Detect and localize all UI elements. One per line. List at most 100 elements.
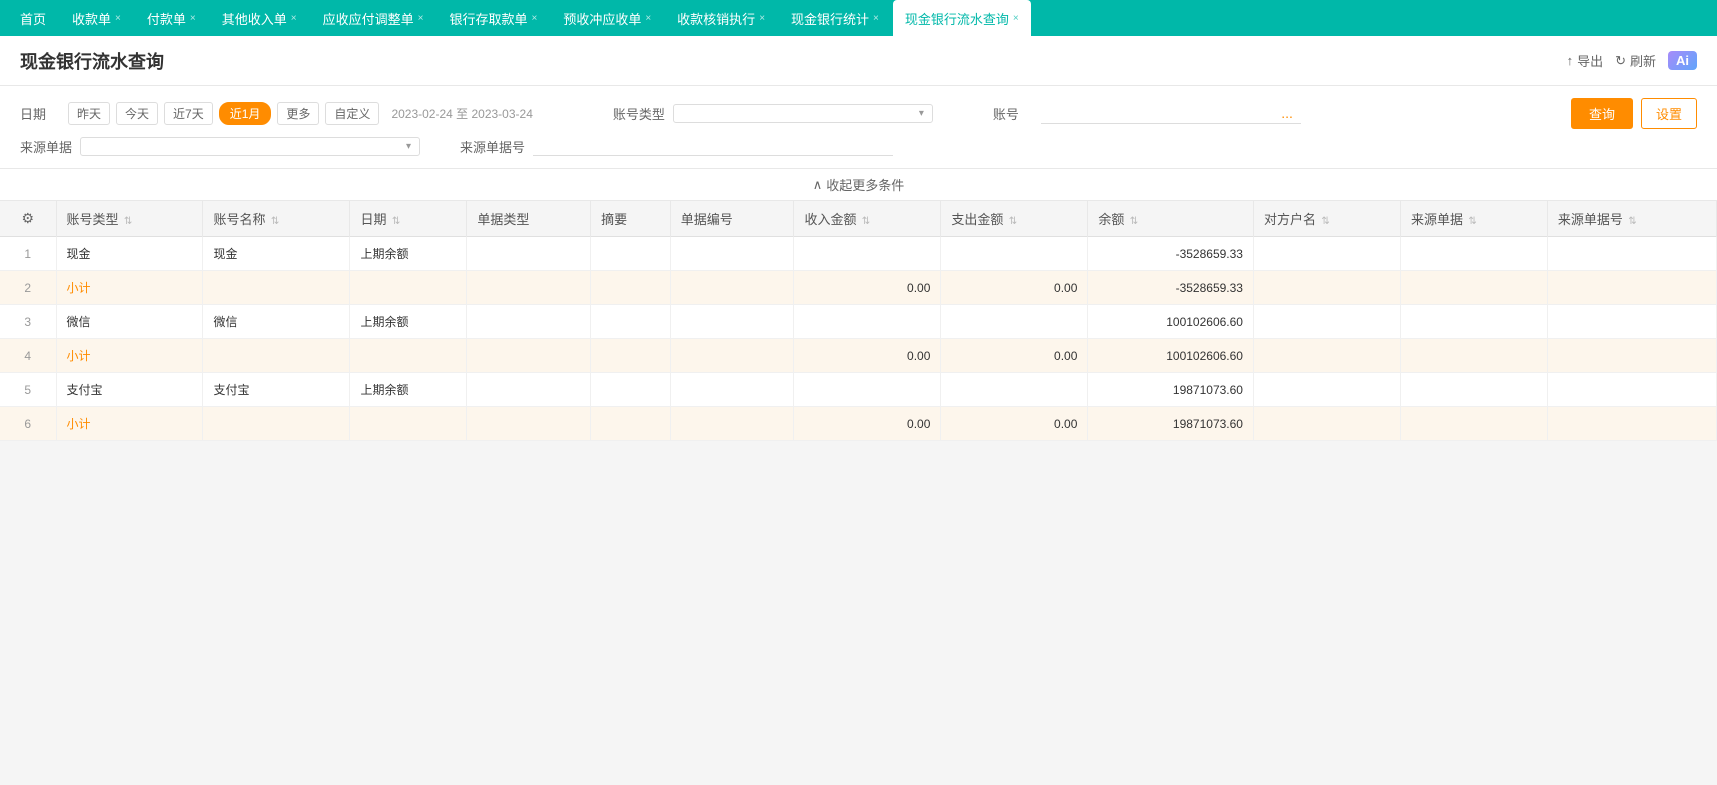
- sort-account-type-icon: ⇅: [124, 216, 132, 227]
- cell-source-doc: [1400, 305, 1547, 339]
- cell-expense: 0.00: [941, 271, 1088, 305]
- page-title: 现金银行流水查询: [20, 48, 164, 74]
- cell-source-doc: [1400, 407, 1547, 441]
- close-bank-stat-icon[interactable]: ×: [873, 13, 879, 24]
- cell-doc-number: [670, 339, 794, 373]
- date-yesterday[interactable]: 昨天: [68, 102, 110, 125]
- account-dots-icon[interactable]: ...: [1281, 105, 1293, 121]
- cell-date: [350, 271, 467, 305]
- cell-summary: [591, 305, 671, 339]
- account-input[interactable]: ...: [1041, 103, 1301, 124]
- collapse-row[interactable]: ∧ 收起更多条件: [0, 169, 1717, 201]
- cell-doc-type: [467, 271, 591, 305]
- nav-tab-payment[interactable]: 付款单 ×: [135, 0, 208, 36]
- cell-account-type: 小计: [56, 271, 203, 305]
- date-range-display: 2023-02-24 至 2023-03-24: [391, 105, 532, 122]
- col-account-type[interactable]: 账号类型 ⇅: [56, 201, 203, 237]
- close-receipt-icon[interactable]: ×: [115, 13, 121, 24]
- nav-tab-collection-exec[interactable]: 收款核销执行 ×: [665, 0, 777, 36]
- header-row: ⚙ 账号类型 ⇅ 账号名称 ⇅ 日期 ⇅ 单据类型 摘要: [0, 201, 1717, 237]
- col-summary[interactable]: 摘要: [591, 201, 671, 237]
- col-doc-type[interactable]: 单据类型: [467, 201, 591, 237]
- cell-source-doc: [1400, 271, 1547, 305]
- date-1month[interactable]: 近1月: [219, 102, 272, 125]
- close-other-income-icon[interactable]: ×: [291, 13, 297, 24]
- date-more[interactable]: 更多: [277, 102, 319, 125]
- cell-income: 0.00: [794, 407, 941, 441]
- col-doc-number-label: 单据编号: [681, 212, 733, 227]
- col-account-name[interactable]: 账号名称 ⇅: [203, 201, 350, 237]
- close-bank-deposit-icon[interactable]: ×: [531, 13, 537, 24]
- col-doc-number[interactable]: 单据编号: [670, 201, 794, 237]
- close-payment-icon[interactable]: ×: [190, 13, 196, 24]
- cell-row-num: 1: [0, 237, 56, 271]
- refresh-button[interactable]: ↻ 刷新: [1615, 51, 1656, 70]
- close-pre-deposit-icon[interactable]: ×: [645, 13, 651, 24]
- cell-counterparty: [1253, 339, 1400, 373]
- sort-expense-icon: ⇅: [1009, 216, 1017, 227]
- nav-tab-ap-adjustment[interactable]: 应收应付调整单 ×: [311, 0, 436, 36]
- cell-row-num: 2: [0, 271, 56, 305]
- table-row: 4小计0.000.00100102606.60: [0, 339, 1717, 373]
- col-counterparty[interactable]: 对方户名 ⇅: [1253, 201, 1400, 237]
- col-date[interactable]: 日期 ⇅: [350, 201, 467, 237]
- filter-area: 日期 昨天 今天 近7天 近1月 更多 自定义 2023-02-24 至 202…: [0, 86, 1717, 169]
- col-source-doc[interactable]: 来源单据 ⇅: [1400, 201, 1547, 237]
- settings-button[interactable]: 设置: [1641, 98, 1697, 129]
- cell-doc-number: [670, 237, 794, 271]
- date-custom[interactable]: 自定义: [325, 102, 379, 125]
- cell-doc-type: [467, 339, 591, 373]
- col-expense[interactable]: 支出金额 ⇅: [941, 201, 1088, 237]
- page-header: 现金银行流水查询 ↑ 导出 ↻ 刷新 Ai: [0, 36, 1717, 86]
- source-doc-num-input[interactable]: [533, 137, 893, 156]
- nav-tab-bank-flow[interactable]: 现金银行流水查询 ×: [893, 0, 1031, 36]
- nav-tab-receipt[interactable]: 收款单 ×: [60, 0, 133, 36]
- cell-counterparty: [1253, 237, 1400, 271]
- nav-tab-bank-deposit[interactable]: 银行存取款单 ×: [437, 0, 549, 36]
- date-today[interactable]: 今天: [116, 102, 158, 125]
- source-doc-select[interactable]: ▾: [80, 137, 420, 156]
- close-collection-exec-icon[interactable]: ×: [759, 13, 765, 24]
- cell-account-name: [203, 407, 350, 441]
- cell-date: 上期余额: [350, 373, 467, 407]
- table-header: ⚙ 账号类型 ⇅ 账号名称 ⇅ 日期 ⇅ 单据类型 摘要: [0, 201, 1717, 237]
- cell-source-doc-num: [1547, 339, 1716, 373]
- cell-date: [350, 407, 467, 441]
- date-7days[interactable]: 近7天: [164, 102, 213, 125]
- data-table: ⚙ 账号类型 ⇅ 账号名称 ⇅ 日期 ⇅ 单据类型 摘要: [0, 201, 1717, 441]
- cell-doc-number: [670, 373, 794, 407]
- close-ap-adjustment-icon[interactable]: ×: [418, 13, 424, 24]
- cell-source-doc-num: [1547, 373, 1716, 407]
- nav-tab-pre-deposit[interactable]: 预收冲应收单 ×: [551, 0, 663, 36]
- col-gear[interactable]: ⚙: [0, 201, 56, 237]
- col-source-doc-num[interactable]: 来源单据号 ⇅: [1547, 201, 1716, 237]
- cell-counterparty: [1253, 407, 1400, 441]
- col-income-label: 收入金额: [804, 212, 856, 227]
- account-type-select[interactable]: ▾: [673, 104, 933, 123]
- cell-account-type: 微信: [56, 305, 203, 339]
- close-bank-flow-icon[interactable]: ×: [1013, 13, 1019, 24]
- sort-balance-icon: ⇅: [1130, 216, 1138, 227]
- cell-income: 0.00: [794, 271, 941, 305]
- table-body: 1现金现金上期余额-3528659.332小计0.000.00-3528659.…: [0, 237, 1717, 441]
- nav-tab-bank-stat[interactable]: 现金银行统计 ×: [779, 0, 891, 36]
- nav-tab-other-income[interactable]: 其他收入单 ×: [210, 0, 309, 36]
- export-button[interactable]: ↑ 导出: [1567, 51, 1604, 70]
- nav-home[interactable]: 首页: [8, 5, 58, 32]
- cell-doc-number: [670, 305, 794, 339]
- query-button[interactable]: 查询: [1571, 98, 1633, 129]
- cell-account-type: 小计: [56, 339, 203, 373]
- date-options-group: 昨天 今天 近7天 近1月 更多 自定义: [68, 102, 379, 125]
- source-doc-num-segment: 来源单据号: [460, 137, 893, 156]
- source-doc-segment: 来源单据 ▾: [20, 137, 420, 156]
- col-balance[interactable]: 余额 ⇅: [1088, 201, 1254, 237]
- col-source-doc-num-label: 来源单据号: [1558, 212, 1623, 227]
- action-buttons: 查询 设置: [1571, 98, 1697, 129]
- cell-doc-type: [467, 237, 591, 271]
- filter-row-1: 日期 昨天 今天 近7天 近1月 更多 自定义 2023-02-24 至 202…: [20, 98, 1697, 129]
- ai-button[interactable]: Ai: [1668, 51, 1697, 70]
- gear-icon[interactable]: ⚙: [21, 210, 34, 226]
- cell-source-doc: [1400, 373, 1547, 407]
- account-type-arrow-icon: ▾: [919, 108, 924, 119]
- col-income[interactable]: 收入金额 ⇅: [794, 201, 941, 237]
